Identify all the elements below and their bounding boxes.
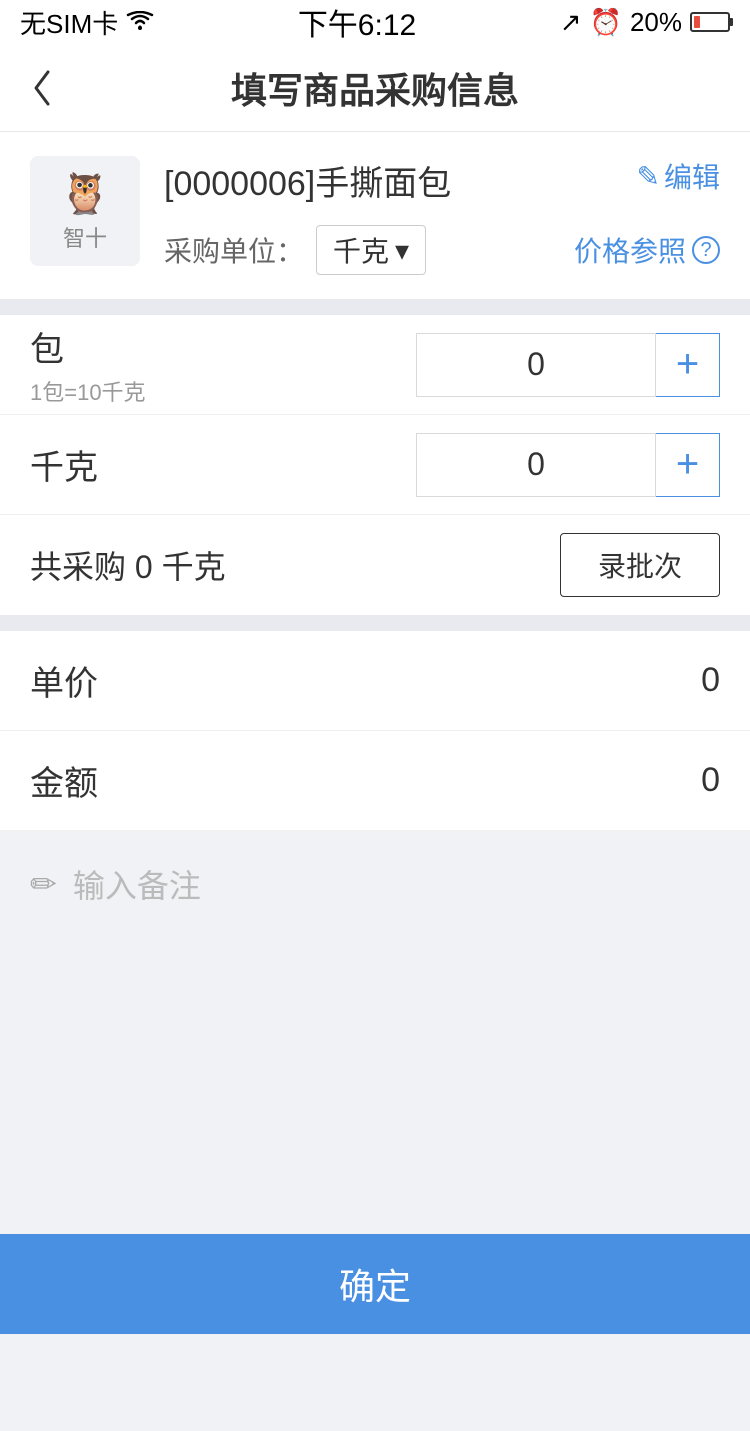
kg-quantity-input[interactable] [416,433,656,497]
section-divider-1 [0,299,750,315]
product-thumbnail: 🦉 智十 [30,156,140,266]
bag-input-control: + [416,333,720,397]
price-ref-label: 价格参照 [574,230,686,270]
edit-icon: ✎ [637,160,660,193]
product-name: [0000006]手撕面包 [164,156,637,205]
nav-bar: 填写商品采购信息 [0,44,750,132]
back-button[interactable] [30,68,54,108]
summary-row: 共采购 0 千克 录批次 [0,515,750,615]
unit-section: 采购单位： 千克 ▾ [164,225,426,275]
unit-price-label: 单价 [30,656,98,705]
section-divider-2 [0,615,750,631]
product-meta: 采购单位： 千克 ▾ 价格参照 ? [164,225,720,275]
quantity-section: 包 1包=10千克 + 千克 + [0,315,750,515]
page-title: 填写商品采购信息 [231,62,519,114]
status-time: 下午6:12 [298,0,416,44]
confirm-button[interactable]: 确定 [0,1234,750,1334]
bag-plus-button[interactable]: + [656,333,720,397]
product-info: [0000006]手撕面包 ✎ 编辑 采购单位： 千克 ▾ 价格参照 ? [164,156,720,275]
summary-text: 共采购 0 千克 [30,542,226,588]
amount-value: 0 [701,761,720,800]
carrier-label: 无SIM卡 [20,4,118,41]
logo-text: 智十 [63,221,107,253]
amount-row: 金额 0 [0,731,750,831]
price-ref-button[interactable]: 价格参照 ? [574,230,720,270]
battery-icon [690,12,730,32]
unit-price-row: 单价 0 [0,631,750,731]
battery-percent: 20% [630,7,682,38]
product-card: 🦉 智十 [0000006]手撕面包 ✎ 编辑 采购单位： 千克 ▾ [0,132,750,299]
bag-row: 包 1包=10千克 + [0,315,750,415]
owl-icon: 🦉 [60,170,110,217]
info-icon: ? [692,236,720,264]
unit-dropdown[interactable]: 千克 ▾ [316,225,426,275]
status-right: ↗ ⏰ 20% [560,7,730,38]
kg-row: 千克 + [0,415,750,515]
unit-value: 千克 [333,230,389,270]
unit-price-value: 0 [701,661,720,700]
alarm-icon: ⏰ [590,7,622,38]
price-section: 单价 0 金额 0 [0,631,750,831]
location-icon: ↗ [560,7,582,38]
kg-label: 千克 [30,440,98,489]
edit-label: 编辑 [664,156,720,196]
kg-input-control: + [416,433,720,497]
status-bar: 无SIM卡 下午6:12 ↗ ⏰ 20% [0,0,750,44]
bag-quantity-input[interactable] [416,333,656,397]
wifi-icon [126,7,154,38]
dropdown-arrow: ▾ [395,234,409,267]
batch-button[interactable]: 录批次 [560,533,720,597]
amount-label: 金额 [30,756,98,805]
bag-sublabel: 1包=10千克 [30,375,146,407]
remark-section[interactable]: ✏ 输入备注 [0,831,750,1011]
pencil-icon: ✏ [30,865,57,903]
status-left: 无SIM卡 [20,4,154,41]
kg-plus-button[interactable]: + [656,433,720,497]
edit-button[interactable]: ✎ 编辑 [637,156,720,196]
remark-placeholder: 输入备注 [73,861,201,907]
unit-label: 采购单位： [164,230,304,270]
bag-label: 包 1包=10千克 [30,322,146,407]
product-header: [0000006]手撕面包 ✎ 编辑 [164,156,720,205]
